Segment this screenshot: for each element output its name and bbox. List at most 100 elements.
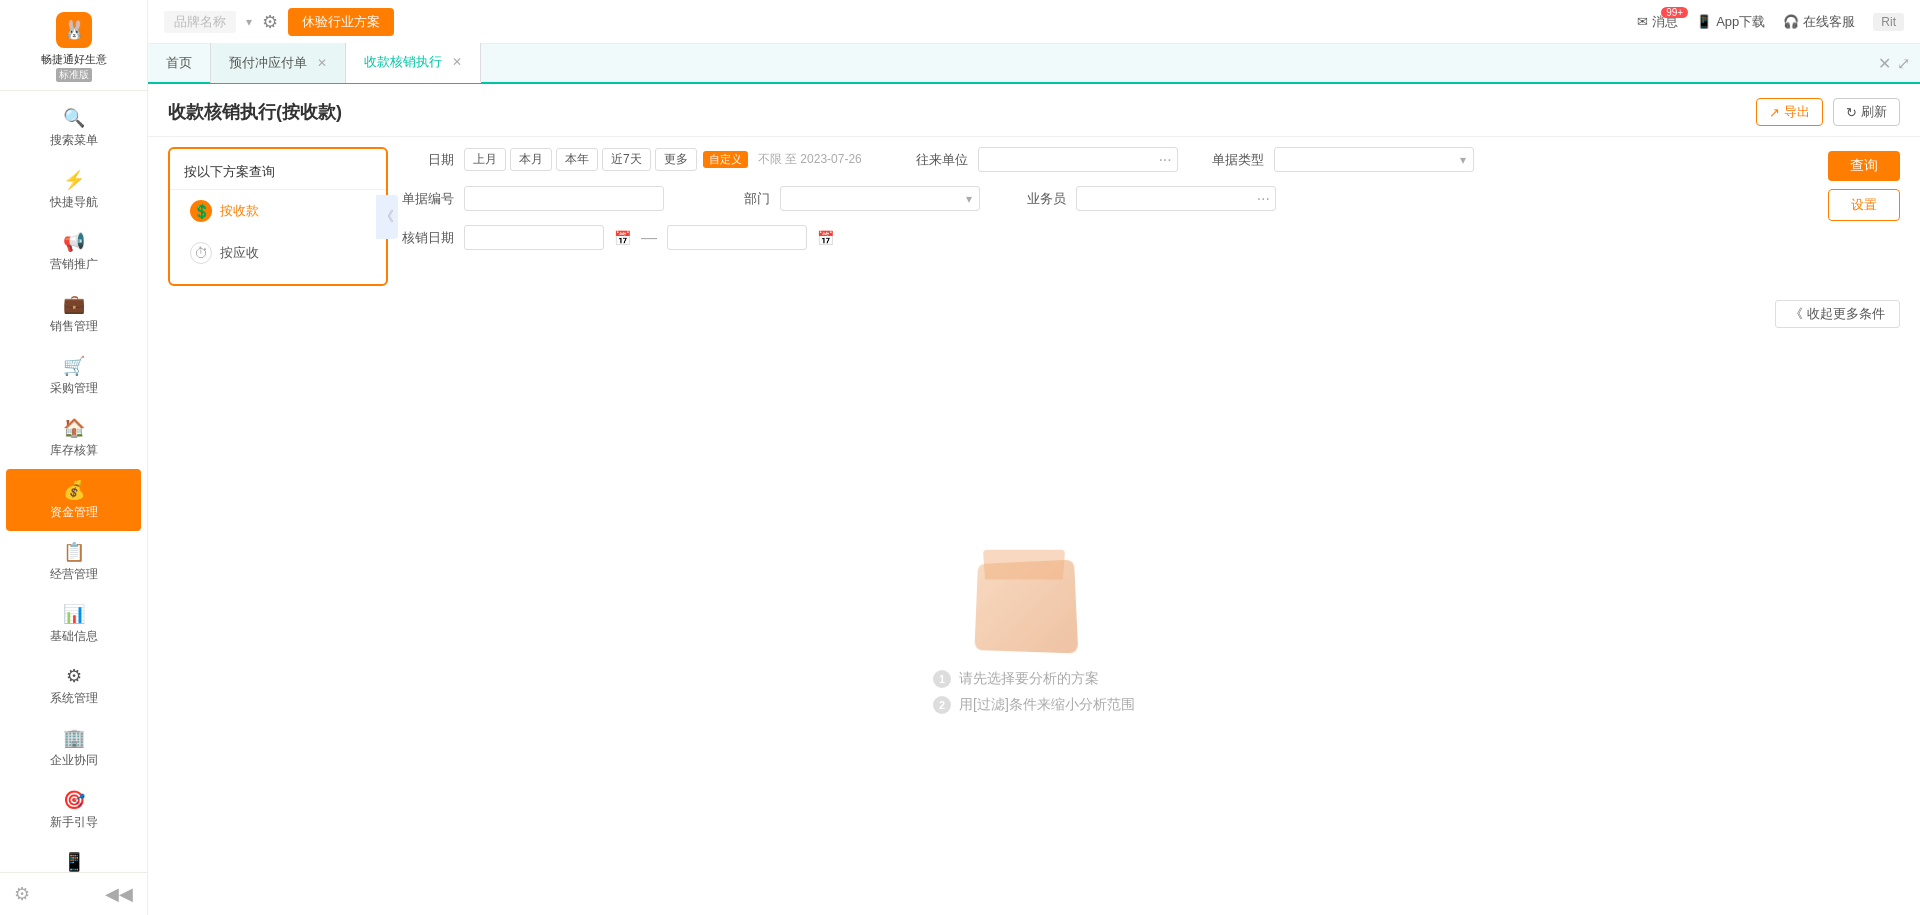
enterprise-label: 企业协同 <box>50 752 98 769</box>
dept-label: 部门 <box>714 190 770 208</box>
date-quick-btns: 上月 本月 本年 近7天 更多 <box>464 148 697 171</box>
empty-tips: 1 请先选择要分析的方案 2 用[过滤]条件来缩小分析范围 <box>933 670 1135 714</box>
sidebar-item-system[interactable]: ⚙ 系统管理 <box>0 655 147 717</box>
collapse-label: 收起更多条件 <box>1807 305 1885 323</box>
inventory-label: 库存核算 <box>50 442 98 459</box>
tab-expand-icon[interactable]: ⤢ <box>1897 54 1910 73</box>
empty-box-lid <box>983 549 1065 579</box>
sidebar-item-basic[interactable]: 📊 基础信息 <box>0 593 147 655</box>
date-btn-7days[interactable]: 近7天 <box>602 148 651 171</box>
counterpart-input[interactable] <box>978 147 1178 172</box>
business-label: 经营管理 <box>50 566 98 583</box>
date-btn-this-month[interactable]: 本月 <box>510 148 552 171</box>
online-service-btn[interactable]: 🎧 在线客服 <box>1783 13 1855 31</box>
tab-prepay[interactable]: 预付冲应付单✕ <box>211 43 346 83</box>
date-btn-this-year[interactable]: 本年 <box>556 148 598 171</box>
staff-label: 业务员 <box>1010 190 1066 208</box>
service-label: 在线客服 <box>1803 13 1855 31</box>
business-icon: 📋 <box>63 541 85 563</box>
verify-end-calendar-icon[interactable]: 📅 <box>817 230 834 246</box>
empty-tip-2: 2 用[过滤]条件来缩小分析范围 <box>933 696 1135 714</box>
sidebar-item-quick[interactable]: ⚡ 快捷导航 <box>0 159 147 221</box>
quick-icon: ⚡ <box>63 169 85 191</box>
verify-date-start-input[interactable]: 2023-03-01 <box>464 225 604 250</box>
topbar-gear-icon[interactable]: ⚙ <box>262 11 278 33</box>
counterpart-dots-icon[interactable]: ··· <box>1158 151 1171 169</box>
refresh-icon: ↻ <box>1846 105 1857 120</box>
enterprise-icon: 🏢 <box>63 727 85 749</box>
industry-btn[interactable]: 休验行业方案 <box>288 8 394 36</box>
tab-close-receipt[interactable]: ✕ <box>452 55 462 69</box>
filter-option-receipt[interactable]: 💲 按收款 <box>170 190 386 232</box>
export-button[interactable]: ↗ 导出 <box>1756 98 1823 126</box>
collapse-sidebar-icon[interactable]: ◀◀ <box>105 883 133 905</box>
tab-close-window-icon[interactable]: ✕ <box>1878 54 1891 73</box>
sidebar-item-hardware[interactable]: 📱 智能硬件 <box>0 841 147 872</box>
sidebar-item-search[interactable]: 🔍 搜索菜单 <box>0 97 147 159</box>
sidebar-item-business[interactable]: 📋 经营管理 <box>0 531 147 593</box>
filter-settings-button[interactable]: 设置 <box>1828 189 1900 221</box>
user-avatar[interactable]: Rit <box>1873 13 1904 31</box>
message-icon: ✉ <box>1637 14 1648 29</box>
tab-close-prepay[interactable]: ✕ <box>317 56 327 70</box>
dropdown-arrow-icon[interactable]: ▾ <box>246 15 252 29</box>
sidebar-nav: 🔍 搜索菜单 ⚡ 快捷导航 📢 营销推广 💼 销售管理 🛒 采购管理 🏠 库存核… <box>0 91 147 872</box>
tabs-window-buttons: ✕ ⤢ <box>1878 54 1920 73</box>
tip-num-2: 2 <box>933 696 951 714</box>
filter-sidebar-collapse-btn[interactable]: 《 <box>376 195 398 239</box>
finance-icon: 💰 <box>63 479 85 501</box>
date-custom-badge[interactable]: 自定义 <box>703 151 748 168</box>
dept-select[interactable] <box>780 186 980 211</box>
sidebar: 🐰 畅捷通好生意 标准版 🔍 搜索菜单 ⚡ 快捷导航 📢 营销推广 💼 销售管理… <box>0 0 148 915</box>
message-btn[interactable]: ✉ 消息 99+ <box>1637 13 1678 31</box>
settings-icon[interactable]: ⚙ <box>14 883 30 905</box>
sidebar-item-enterprise[interactable]: 🏢 企业协同 <box>0 717 147 779</box>
quick-label: 快捷导航 <box>50 194 98 211</box>
sidebar-item-purchase[interactable]: 🛒 采购管理 <box>0 345 147 407</box>
sidebar-item-finance[interactable]: 💰 资金管理 <box>6 469 141 531</box>
export-label: 导出 <box>1784 103 1810 121</box>
sidebar-item-inventory[interactable]: 🏠 库存核算 <box>0 407 147 469</box>
purchase-icon: 🛒 <box>63 355 85 377</box>
verify-date-end-input[interactable]: 2023-07-21 <box>667 225 807 250</box>
filter-row-2: 单据编号 部门 业务员 <box>398 186 1798 211</box>
tab-receipt[interactable]: 收款核销执行✕ <box>346 43 481 83</box>
filter-panel: 按以下方案查询 💲 按收款 ⏱ 按应收 《 <box>148 137 1920 296</box>
filter-sidebar-title: 按以下方案查询 <box>170 159 386 190</box>
logo-text: 畅捷通好生意 <box>41 52 107 66</box>
app-download-btn[interactable]: 📱 App下载 <box>1696 13 1765 31</box>
doc-no-label: 单据编号 <box>398 190 454 208</box>
topbar-left: 品牌名称 ▾ ⚙ 休验行业方案 <box>164 8 394 36</box>
staff-input[interactable] <box>1076 186 1276 211</box>
empty-state: 1 请先选择要分析的方案 2 用[过滤]条件来缩小分析范围 <box>148 338 1920 915</box>
sidebar-item-guide[interactable]: 🎯 新手引导 <box>0 779 147 841</box>
date-btn-more[interactable]: 更多 <box>655 148 697 171</box>
staff-dots-icon[interactable]: ··· <box>1257 190 1270 208</box>
query-button[interactable]: 查询 <box>1828 151 1900 181</box>
sidebar-item-marketing[interactable]: 📢 营销推广 <box>0 221 147 283</box>
tip-num-1: 1 <box>933 670 951 688</box>
app-icon: 📱 <box>1696 14 1712 29</box>
logo-icon: 🐰 <box>56 12 92 48</box>
version-tag: 标准版 <box>56 68 92 82</box>
page-title: 收款核销执行(按收款) <box>168 100 342 124</box>
sidebar-item-sales[interactable]: 💼 销售管理 <box>0 283 147 345</box>
filter-sidebar: 按以下方案查询 💲 按收款 ⏱ 按应收 《 <box>168 147 388 286</box>
date-dash-separator: — <box>641 229 657 247</box>
verify-start-calendar-icon[interactable]: 📅 <box>614 230 631 246</box>
topbar-brand: 品牌名称 <box>164 11 236 33</box>
tab-home[interactable]: 首页 <box>148 43 211 83</box>
date-btn-last-month[interactable]: 上月 <box>464 148 506 171</box>
doc-type-select-wrap <box>1274 147 1474 172</box>
refresh-button[interactable]: ↻ 刷新 <box>1833 98 1900 126</box>
receipt-option-label: 按收款 <box>220 202 259 220</box>
search-label: 搜索菜单 <box>50 132 98 149</box>
receivable-option-label: 按应收 <box>220 244 259 262</box>
filter-option-receivable[interactable]: ⏱ 按应收 <box>170 232 386 274</box>
collapse-more-btn[interactable]: 《 收起更多条件 <box>1775 300 1900 328</box>
finance-label: 资金管理 <box>50 504 98 521</box>
doc-type-select[interactable] <box>1274 147 1474 172</box>
doc-no-input[interactable] <box>464 186 664 211</box>
system-label: 系统管理 <box>50 690 98 707</box>
guide-icon: 🎯 <box>63 789 85 811</box>
